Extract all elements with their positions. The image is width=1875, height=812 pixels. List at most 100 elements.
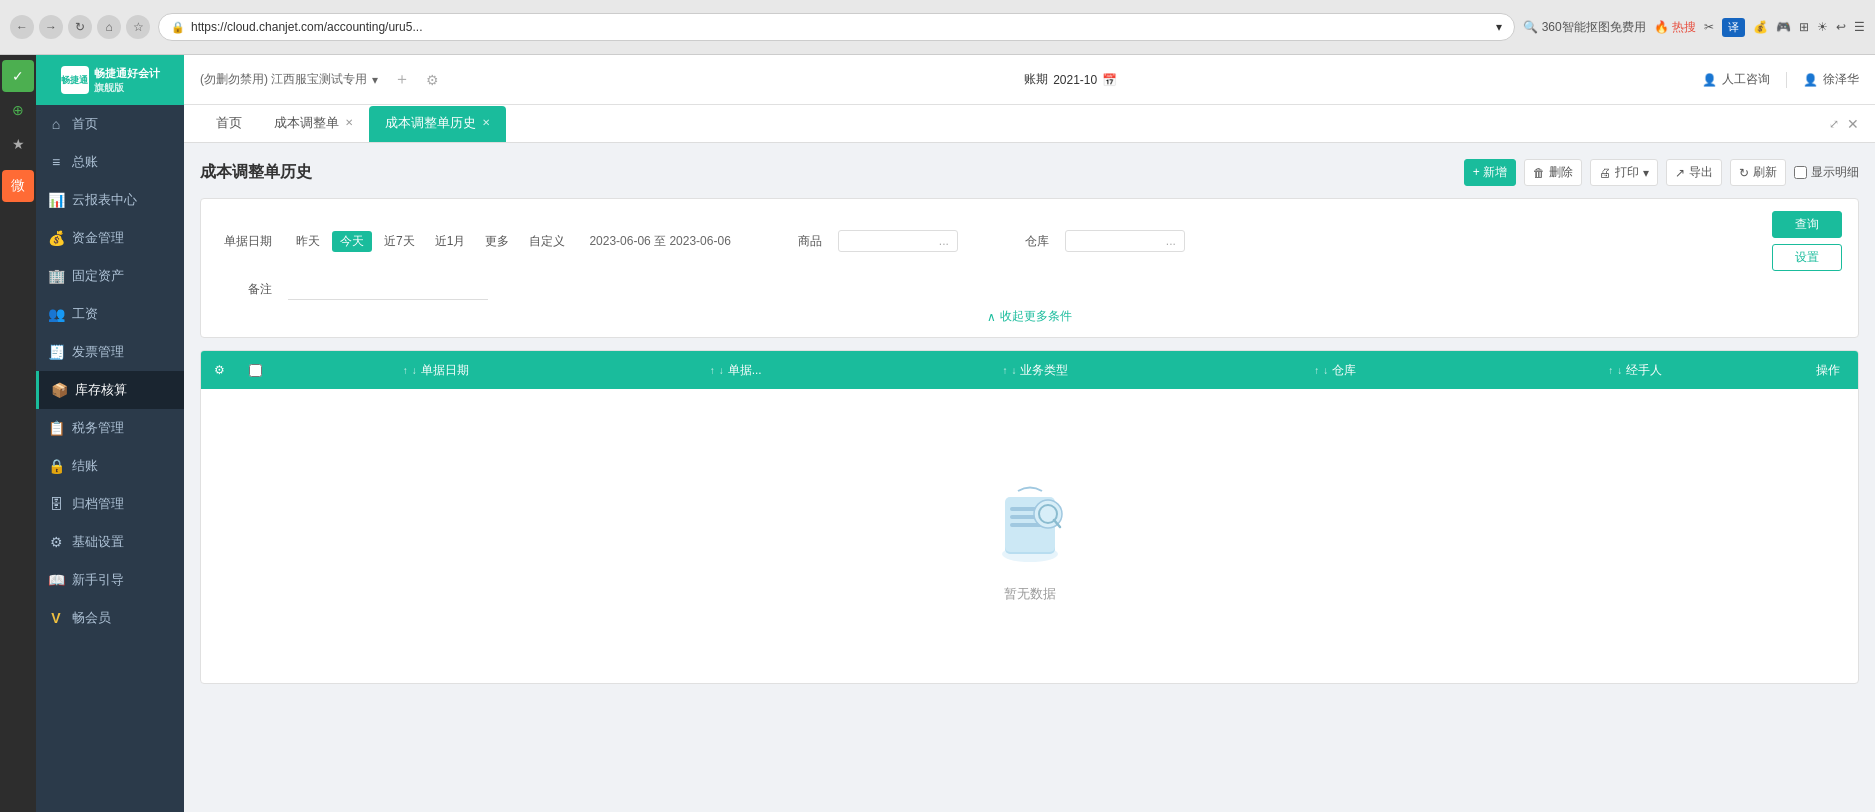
settings-gear-icon[interactable]: ⚙ — [426, 72, 439, 88]
new-btn[interactable]: + 新增 — [1464, 159, 1516, 186]
delete-btn[interactable]: 🗑 删除 — [1524, 159, 1582, 186]
company-selector[interactable]: (勿删勿禁用) 江西服宝测试专用 ▾ — [200, 71, 378, 88]
tab-maximize-icon[interactable]: ⤢ — [1829, 117, 1839, 131]
show-detail-label: 显示明细 — [1811, 164, 1859, 181]
forward-button[interactable]: → — [39, 15, 63, 39]
th-num[interactable]: ↑ ↓ 单据... — [599, 362, 873, 379]
warehouse-dots[interactable]: ... — [1166, 234, 1176, 248]
sidebar-item-guide[interactable]: 📖 新手引导 — [36, 561, 184, 599]
sidebar-item-invoice[interactable]: 🧾 发票管理 — [36, 333, 184, 371]
date-btn-today[interactable]: 今天 — [332, 231, 372, 252]
sidebar-item-funds[interactable]: 💰 资金管理 — [36, 219, 184, 257]
warehouse-select[interactable]: ... — [1065, 230, 1185, 252]
undo-tool[interactable]: ↩ — [1836, 20, 1846, 34]
sidebar-logo: 畅捷通 畅捷通好会计 旗舰版 — [36, 55, 184, 105]
icon-sidebar-item3[interactable]: 微 — [2, 170, 34, 202]
sidebar-item-member[interactable]: V 畅会员 — [36, 599, 184, 637]
sidebar-item-fixed[interactable]: 🏢 固定资产 — [36, 257, 184, 295]
th-date[interactable]: ↑ ↓ 单据日期 — [273, 362, 599, 379]
data-table: ⚙ ↑ ↓ 单据日期 ↑ ↓ 单据... — [200, 350, 1859, 684]
th-warehouse[interactable]: ↑ ↓ 仓库 — [1198, 362, 1472, 379]
goods-select[interactable]: ... — [838, 230, 958, 252]
th-date-label: 单据日期 — [421, 362, 469, 379]
grid-tool[interactable]: ⊞ — [1799, 20, 1809, 34]
help-btn[interactable]: 👤 人工咨询 — [1702, 71, 1770, 88]
refresh-btn[interactable]: ↻ 刷新 — [1730, 159, 1786, 186]
tab-cost-adjust-history-close[interactable]: ✕ — [482, 117, 490, 128]
sidebar-item-tax[interactable]: 📋 税务管理 — [36, 409, 184, 447]
menu-tool[interactable]: ☰ — [1854, 20, 1865, 34]
goods-dots[interactable]: ... — [939, 234, 949, 248]
back-button[interactable]: ← — [10, 15, 34, 39]
th-handler[interactable]: ↑ ↓ 经手人 — [1472, 362, 1798, 379]
refresh-button[interactable]: ↻ — [68, 15, 92, 39]
divider — [1786, 72, 1787, 88]
sidebar-label-settings: 基础设置 — [72, 533, 124, 551]
sidebar-item-archive[interactable]: 🗄 归档管理 — [36, 485, 184, 523]
add-company-btn[interactable]: ＋ — [394, 69, 410, 90]
print-btn[interactable]: 🖨 打印 ▾ — [1590, 159, 1658, 186]
url-text: https://cloud.chanjet.com/accounting/uru… — [191, 20, 422, 34]
query-btn[interactable]: 查询 — [1772, 211, 1842, 238]
tab-cost-adjust-history[interactable]: 成本调整单历史 ✕ — [369, 106, 506, 142]
sidebar-item-ledger[interactable]: ≡ 总账 — [36, 143, 184, 181]
sidebar-item-close[interactable]: 🔒 结账 — [36, 447, 184, 485]
home-button[interactable]: ⌂ — [97, 15, 121, 39]
warehouse-filter-label: 仓库 — [994, 233, 1049, 250]
hot-search[interactable]: 🔥 热搜 — [1654, 19, 1696, 36]
icon-sidebar-active[interactable]: ✓ — [2, 60, 34, 92]
tab-cost-adjust[interactable]: 成本调整单 ✕ — [258, 106, 369, 142]
icon-sidebar-item1[interactable]: ⊕ — [2, 94, 34, 126]
th-checkbox[interactable] — [237, 364, 273, 377]
remark-label: 备注 — [217, 281, 272, 298]
tab-home[interactable]: 首页 — [200, 106, 258, 142]
remark-input[interactable] — [288, 279, 488, 300]
archive-icon: 🗄 — [48, 496, 64, 512]
bookmark-button[interactable]: ☆ — [126, 15, 150, 39]
sidebar-label-reports: 云报表中心 — [72, 191, 137, 209]
date-btn-more[interactable]: 更多 — [477, 231, 517, 252]
sidebar-item-reports[interactable]: 📊 云报表中心 — [36, 181, 184, 219]
address-bar[interactable]: 🔒 https://cloud.chanjet.com/accounting/u… — [158, 13, 1515, 41]
settings-col-icon: ⚙ — [214, 363, 225, 377]
sidebar-label-home: 首页 — [72, 115, 98, 133]
select-all-checkbox[interactable] — [249, 364, 262, 377]
tab-cost-adjust-history-label: 成本调整单历史 — [385, 114, 476, 132]
brightness-tool[interactable]: ☀ — [1817, 20, 1828, 34]
sidebar-label-ledger: 总账 — [72, 153, 98, 171]
th-num-sort-down: ↓ — [719, 365, 724, 376]
collapse-label: 收起更多条件 — [1000, 308, 1072, 325]
wallet-tool[interactable]: 💰 — [1753, 20, 1768, 34]
collapse-icon: ∧ — [987, 310, 996, 324]
scissors-tool[interactable]: ✂ — [1704, 20, 1714, 34]
query-actions: 查询 设置 — [1772, 211, 1842, 271]
browser-chrome: ← → ↻ ⌂ ☆ 🔒 https://cloud.chanjet.com/ac… — [0, 0, 1875, 55]
sidebar-item-inventory[interactable]: 📦 库存核算 — [36, 371, 184, 409]
page-actions: + 新增 🗑 删除 🖨 打印 ▾ ↗ 导出 ↻ — [1464, 159, 1859, 186]
translate-tool[interactable]: 译 — [1722, 18, 1745, 37]
export-btn[interactable]: ↗ 导出 — [1666, 159, 1722, 186]
sidebar-item-settings[interactable]: ⚙ 基础设置 — [36, 523, 184, 561]
calendar-icon[interactable]: 📅 — [1102, 73, 1117, 87]
th-settings[interactable]: ⚙ — [201, 363, 237, 377]
date-btn-7days[interactable]: 近7天 — [376, 231, 423, 252]
collapse-btn[interactable]: ∧ 收起更多条件 — [987, 308, 1072, 325]
settings-icon: ⚙ — [48, 534, 64, 550]
th-biz-type[interactable]: ↑ ↓ 业务类型 — [873, 362, 1199, 379]
tab-cost-adjust-label: 成本调整单 — [274, 114, 339, 132]
sidebar-item-home[interactable]: ⌂ 首页 — [36, 105, 184, 143]
date-btn-yesterday[interactable]: 昨天 — [288, 231, 328, 252]
search-tool[interactable]: 🔍 360智能抠图免费用 — [1523, 19, 1645, 36]
user-btn[interactable]: 👤 徐泽华 — [1803, 71, 1859, 88]
date-buttons: 昨天 今天 近7天 近1月 更多 自定义 — [288, 231, 573, 252]
game-tool[interactable]: 🎮 — [1776, 20, 1791, 34]
date-btn-custom[interactable]: 自定义 — [521, 231, 573, 252]
icon-sidebar-item2[interactable]: ★ — [2, 128, 34, 160]
date-btn-1month[interactable]: 近1月 — [427, 231, 474, 252]
sidebar-item-salary[interactable]: 👥 工资 — [36, 295, 184, 333]
tab-close-page-icon[interactable]: ✕ — [1847, 116, 1859, 132]
settings-btn[interactable]: 设置 — [1772, 244, 1842, 271]
tab-cost-adjust-close[interactable]: ✕ — [345, 117, 353, 128]
lock-icon: 🔒 — [171, 21, 185, 34]
show-detail-checkbox[interactable] — [1794, 166, 1807, 179]
